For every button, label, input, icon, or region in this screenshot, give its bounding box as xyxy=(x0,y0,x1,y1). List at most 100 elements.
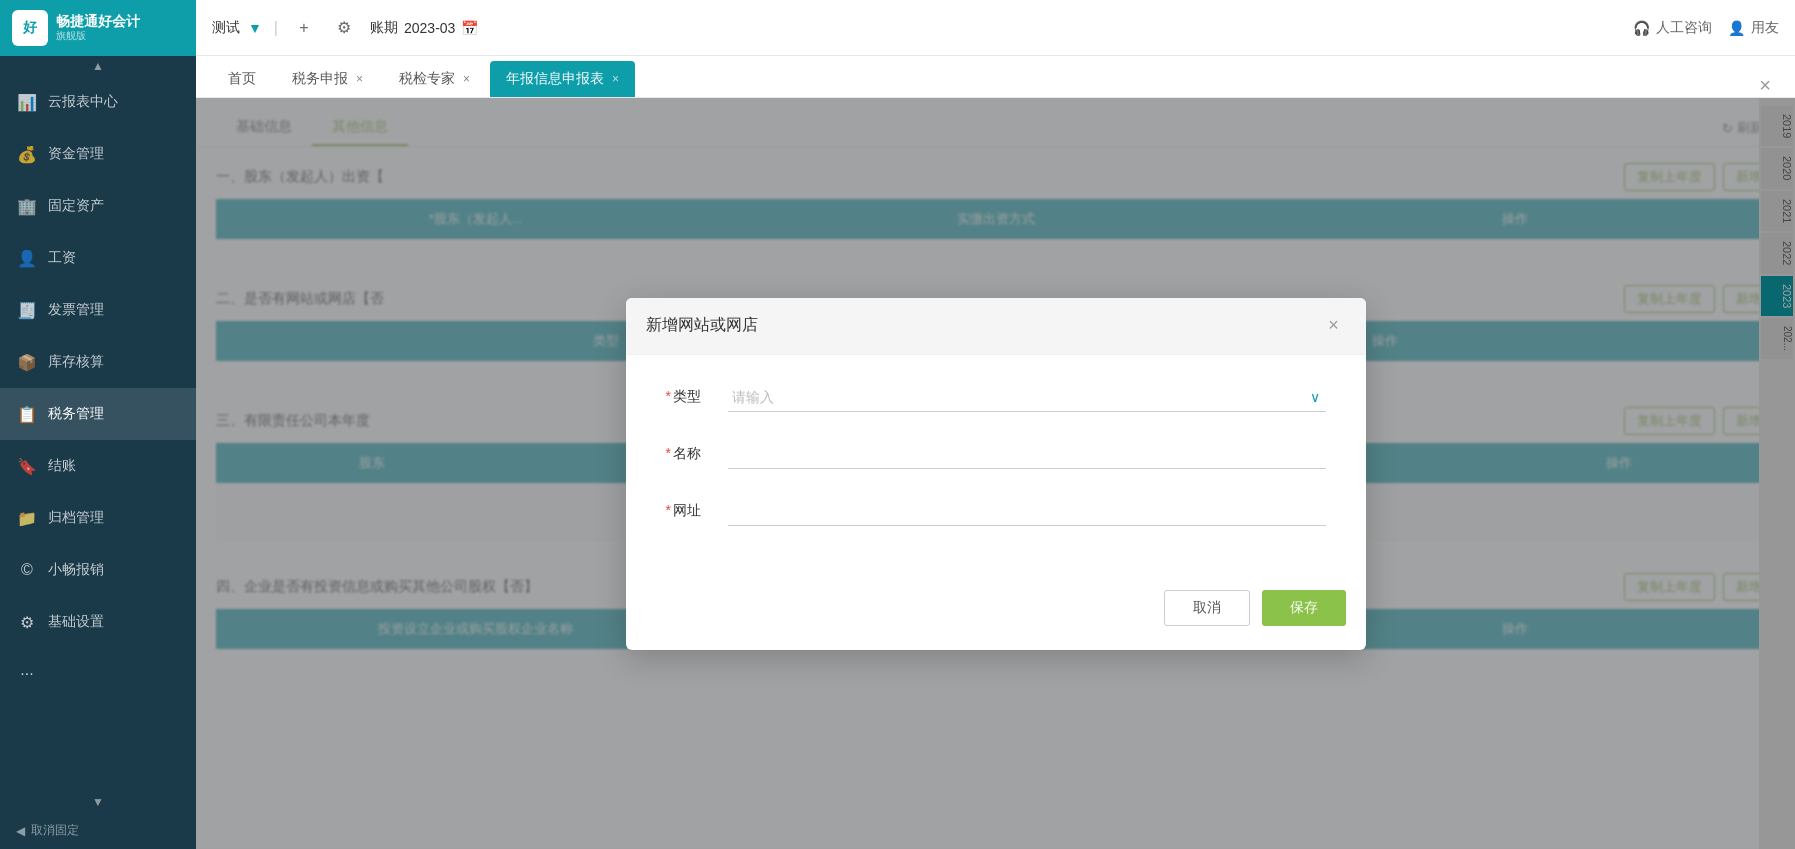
sidebar-item-invoice[interactable]: 🧾 发票管理 xyxy=(0,284,196,336)
tab-annual-close[interactable]: × xyxy=(612,72,619,86)
company-dropdown-icon: ▼ xyxy=(248,20,262,36)
sidebar-item-fund-label: 资金管理 xyxy=(48,145,104,163)
headset-icon: 🎧 xyxy=(1633,20,1650,36)
add-button[interactable]: + xyxy=(290,14,318,42)
cloud-report-icon: 📊 xyxy=(16,91,38,113)
user-button[interactable]: 👤 用友 xyxy=(1728,19,1779,37)
logo-subtitle: 旗舰版 xyxy=(56,29,140,43)
sidebar-item-salary-label: 工资 xyxy=(48,249,76,267)
sidebar-item-checkout[interactable]: 🔖 结账 xyxy=(0,440,196,492)
app-logo: 好 畅捷通好会计 旗舰版 xyxy=(0,0,196,56)
modal-close-button[interactable]: × xyxy=(1322,314,1346,338)
content-area: 基础信息 其他信息 ↻ 刷新 一、股东（发起人）出资【 复制上年度 新增 xyxy=(196,98,1795,849)
pin-icon: ◀ xyxy=(16,824,25,838)
type-label: *类型 xyxy=(666,388,716,406)
tab-tax-label: 税务申报 xyxy=(292,70,348,88)
modal-header: 新增网站或网店 × xyxy=(626,298,1366,355)
tab-tax[interactable]: 税务申报 × xyxy=(276,61,379,97)
url-input-wrapper xyxy=(728,497,1326,526)
sidebar-item-xiaochang[interactable]: © 小畅报销 xyxy=(0,544,196,596)
service-button[interactable]: 🎧 人工咨询 xyxy=(1633,19,1712,37)
url-required-mark: * xyxy=(666,502,671,518)
sidebar-item-inventory-label: 库存核算 xyxy=(48,353,104,371)
sidebar-item-tax[interactable]: 📋 税务管理 xyxy=(0,388,196,440)
tabs-bar: 首页 税务申报 × 税检专家 × 年报信息申报表 × × xyxy=(196,56,1795,98)
calendar-icon[interactable]: 📅 xyxy=(461,20,478,36)
period-display: 账期 2023-03 📅 xyxy=(370,19,478,37)
sidebar-item-tax-label: 税务管理 xyxy=(48,405,104,423)
save-button[interactable]: 保存 xyxy=(1262,590,1346,626)
name-label-text: 名称 xyxy=(673,445,701,461)
type-label-text: 类型 xyxy=(673,388,701,404)
global-close-icon[interactable]: × xyxy=(1751,74,1779,97)
sidebar-item-archive-label: 归档管理 xyxy=(48,509,104,527)
user-label: 用友 xyxy=(1751,19,1779,37)
name-input-wrapper xyxy=(728,440,1326,469)
company-selector[interactable]: 测试 ▼ xyxy=(212,19,262,37)
sidebar-item-xiaochang-label: 小畅报销 xyxy=(48,561,104,579)
tax-icon: 📋 xyxy=(16,403,38,425)
modal-body: *类型 ∨ *名称 xyxy=(626,355,1366,574)
sidebar-item-cloud-label: 云报表中心 xyxy=(48,93,118,111)
sidebar-item-assets[interactable]: 🏢 固定资产 xyxy=(0,180,196,232)
inventory-icon: 📦 xyxy=(16,351,38,373)
sidebar-scroll-down[interactable]: ▼ xyxy=(0,792,196,812)
name-input[interactable] xyxy=(728,440,1326,468)
cancel-button[interactable]: 取消 xyxy=(1164,590,1250,626)
more-icon: ··· xyxy=(16,663,38,685)
topbar-divider: | xyxy=(274,19,278,37)
sidebar-item-checkout-label: 结账 xyxy=(48,457,76,475)
tab-home-label: 首页 xyxy=(228,70,256,88)
form-row-type: *类型 ∨ xyxy=(666,383,1326,412)
type-required-mark: * xyxy=(666,388,671,404)
salary-icon: 👤 xyxy=(16,247,38,269)
modal-title: 新增网站或网店 xyxy=(646,315,758,336)
topbar: 测试 ▼ | + ⚙ 账期 2023-03 📅 🎧 人工咨询 👤 用友 xyxy=(196,0,1795,56)
settings-gear-icon[interactable]: ⚙ xyxy=(330,14,358,42)
url-label-text: 网址 xyxy=(673,502,701,518)
tab-annual-label: 年报信息申报表 xyxy=(506,70,604,88)
sidebar-item-assets-label: 固定资产 xyxy=(48,197,104,215)
sidebar-item-fund[interactable]: 💰 资金管理 xyxy=(0,128,196,180)
main-area: 测试 ▼ | + ⚙ 账期 2023-03 📅 🎧 人工咨询 👤 用友 首页 xyxy=(196,0,1795,849)
settings-icon: ⚙ xyxy=(16,611,38,633)
sidebar-item-settings[interactable]: ⚙ 基础设置 xyxy=(0,596,196,648)
logo-title: 畅捷通好会计 xyxy=(56,13,140,30)
tab-home[interactable]: 首页 xyxy=(212,61,272,97)
modal-add-website: 新增网站或网店 × *类型 ∨ xyxy=(626,298,1366,650)
type-dropdown-icon[interactable]: ∨ xyxy=(1304,389,1326,405)
topbar-right: 🎧 人工咨询 👤 用友 xyxy=(1633,19,1779,37)
logo-icon: 好 xyxy=(12,10,48,46)
tab-taxcheck[interactable]: 税检专家 × xyxy=(383,61,486,97)
form-row-url: *网址 xyxy=(666,497,1326,526)
sidebar-item-salary[interactable]: 👤 工资 xyxy=(0,232,196,284)
sidebar-item-inventory[interactable]: 📦 库存核算 xyxy=(0,336,196,388)
name-required-mark: * xyxy=(666,445,671,461)
fund-icon: 💰 xyxy=(16,143,38,165)
type-input[interactable] xyxy=(728,383,1304,411)
checkout-icon: 🔖 xyxy=(16,455,38,477)
sidebar-item-cloud[interactable]: 📊 云报表中心 xyxy=(0,76,196,128)
period-value: 2023-03 xyxy=(404,20,455,36)
sidebar-pin[interactable]: ◀ 取消固定 xyxy=(0,812,196,849)
tab-taxcheck-label: 税检专家 xyxy=(399,70,455,88)
sidebar-item-more[interactable]: ··· xyxy=(0,648,196,700)
sidebar-nav: 📊 云报表中心 💰 资金管理 🏢 固定资产 👤 工资 🧾 发票管理 📦 库存核算… xyxy=(0,76,196,792)
tab-tax-close[interactable]: × xyxy=(356,72,363,86)
xiaochang-icon: © xyxy=(16,559,38,581)
company-name: 测试 xyxy=(212,19,240,37)
sidebar-item-settings-label: 基础设置 xyxy=(48,613,104,631)
logo-text-wrapper: 畅捷通好会计 旗舰版 xyxy=(56,13,140,44)
sidebar-scroll-up[interactable]: ▲ xyxy=(0,56,196,76)
sidebar-item-archive[interactable]: 📁 归档管理 xyxy=(0,492,196,544)
assets-icon: 🏢 xyxy=(16,195,38,217)
tab-taxcheck-close[interactable]: × xyxy=(463,72,470,86)
tab-global-close[interactable]: × xyxy=(1751,74,1779,97)
sidebar: 好 畅捷通好会计 旗舰版 ▲ 📊 云报表中心 💰 资金管理 🏢 固定资产 👤 工… xyxy=(0,0,196,849)
url-label: *网址 xyxy=(666,502,716,520)
tab-annual[interactable]: 年报信息申报表 × xyxy=(490,61,635,97)
form-row-name: *名称 xyxy=(666,440,1326,469)
service-label: 人工咨询 xyxy=(1656,19,1712,37)
archive-icon: 📁 xyxy=(16,507,38,529)
url-input[interactable] xyxy=(728,497,1326,525)
